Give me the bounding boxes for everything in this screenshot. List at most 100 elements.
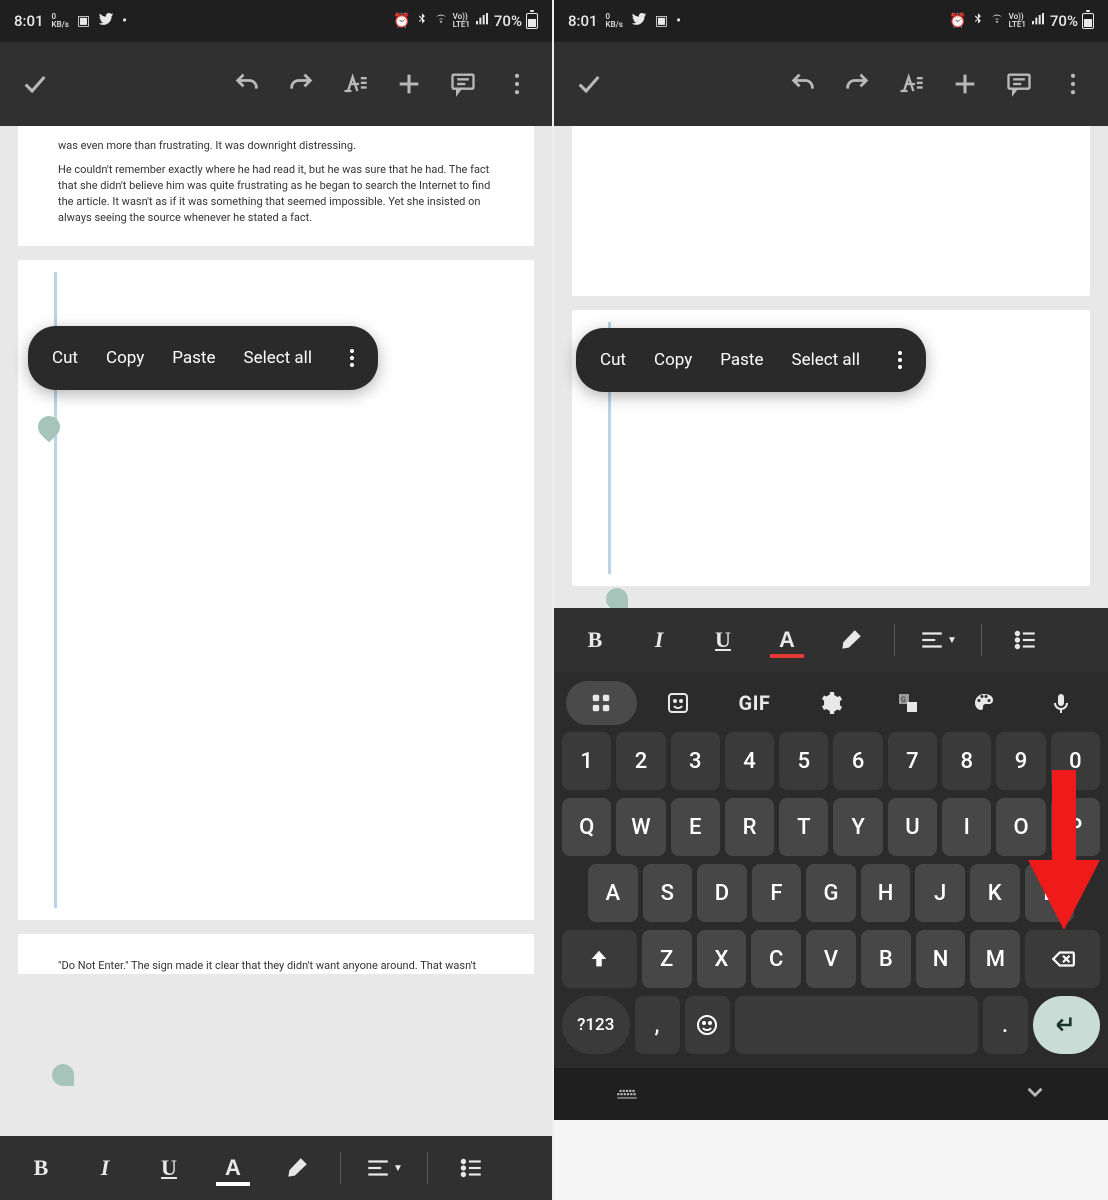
key-x[interactable]: X bbox=[697, 930, 747, 988]
keyboard-toggle-icon[interactable] bbox=[614, 1079, 640, 1109]
confirm-button[interactable] bbox=[12, 61, 58, 107]
separator bbox=[340, 1152, 341, 1184]
shift-key[interactable] bbox=[562, 930, 637, 988]
kb-gif-button[interactable]: GIF bbox=[719, 681, 790, 725]
key-b[interactable]: B bbox=[861, 930, 911, 988]
highlight-button[interactable] bbox=[824, 620, 878, 660]
key-i[interactable]: I bbox=[942, 798, 991, 856]
kb-mic-icon[interactable] bbox=[1025, 681, 1096, 725]
menu-copy[interactable]: Copy bbox=[106, 348, 144, 368]
key-j[interactable]: J bbox=[915, 864, 965, 922]
key-a[interactable]: A bbox=[588, 864, 638, 922]
hide-keyboard-icon[interactable] bbox=[1022, 1079, 1048, 1109]
italic-button[interactable]: I bbox=[78, 1148, 132, 1188]
key-f[interactable]: F bbox=[752, 864, 802, 922]
menu-paste[interactable]: Paste bbox=[172, 348, 215, 368]
insert-button[interactable] bbox=[942, 61, 988, 107]
comment-button[interactable] bbox=[440, 61, 486, 107]
undo-button[interactable] bbox=[780, 61, 826, 107]
doc-paragraph[interactable]: He couldn't remember exactly where he ha… bbox=[58, 162, 494, 226]
document-area[interactable]: was even more than frustrating. It was d… bbox=[0, 126, 552, 1136]
period-key[interactable]: . bbox=[983, 996, 1028, 1054]
key-q[interactable]: Q bbox=[562, 798, 611, 856]
key-s[interactable]: S bbox=[643, 864, 693, 922]
key-8[interactable]: 8 bbox=[942, 732, 991, 790]
doc-paragraph[interactable]: was even more than frustrating. It was d… bbox=[58, 138, 494, 154]
key-h[interactable]: H bbox=[861, 864, 911, 922]
kb-settings-icon[interactable] bbox=[796, 681, 867, 725]
key-g[interactable]: G bbox=[806, 864, 856, 922]
key-u[interactable]: U bbox=[888, 798, 937, 856]
key-1[interactable]: 1 bbox=[562, 732, 611, 790]
selection-handle-bottom[interactable] bbox=[52, 1064, 74, 1086]
underline-button[interactable]: U bbox=[142, 1148, 196, 1188]
menu-select-all[interactable]: Select all bbox=[244, 348, 312, 368]
more-button[interactable] bbox=[494, 61, 540, 107]
key-e[interactable]: E bbox=[671, 798, 720, 856]
key-6[interactable]: 6 bbox=[833, 732, 882, 790]
comment-button[interactable] bbox=[996, 61, 1042, 107]
align-button[interactable]: ▼ bbox=[357, 1148, 411, 1188]
doc-page-bottom[interactable]: "Do Not Enter." The sign made it clear t… bbox=[18, 934, 534, 974]
context-menu: Cut Copy Paste Select all bbox=[28, 326, 378, 390]
key-v[interactable]: V bbox=[806, 930, 856, 988]
key-t[interactable]: T bbox=[779, 798, 828, 856]
redo-button[interactable] bbox=[834, 61, 880, 107]
symbols-key[interactable]: ?123 bbox=[562, 996, 630, 1054]
doc-page-top[interactable]: was even more than frustrating. It was d… bbox=[18, 126, 534, 246]
alarm-icon: ⏰ bbox=[393, 13, 410, 29]
key-w[interactable]: W bbox=[616, 798, 665, 856]
key-y[interactable]: Y bbox=[833, 798, 882, 856]
key-r[interactable]: R bbox=[725, 798, 774, 856]
emoji-key[interactable] bbox=[685, 996, 730, 1054]
menu-copy[interactable]: Copy bbox=[654, 350, 692, 370]
key-d[interactable]: D bbox=[697, 864, 747, 922]
redo-button[interactable] bbox=[278, 61, 324, 107]
key-c[interactable]: C bbox=[751, 930, 801, 988]
document-area[interactable]: Cut Copy Paste Select all bbox=[554, 126, 1108, 608]
confirm-button[interactable] bbox=[566, 61, 612, 107]
key-k[interactable]: K bbox=[970, 864, 1020, 922]
annotation-arrow bbox=[1028, 770, 1100, 934]
bullet-list-button[interactable] bbox=[444, 1148, 498, 1188]
key-5[interactable]: 5 bbox=[779, 732, 828, 790]
menu-more[interactable] bbox=[888, 351, 912, 369]
insert-button[interactable] bbox=[386, 61, 432, 107]
kb-theme-icon[interactable] bbox=[949, 681, 1020, 725]
key-m[interactable]: M bbox=[970, 930, 1020, 988]
doc-page-top[interactable] bbox=[572, 126, 1090, 296]
text-color-button[interactable]: A bbox=[760, 620, 814, 660]
enter-key[interactable] bbox=[1033, 996, 1101, 1054]
key-7[interactable]: 7 bbox=[888, 732, 937, 790]
comma-key[interactable]: , bbox=[635, 996, 680, 1054]
key-4[interactable]: 4 bbox=[725, 732, 774, 790]
menu-cut[interactable]: Cut bbox=[600, 350, 626, 370]
bold-button[interactable]: B bbox=[14, 1148, 68, 1188]
kb-translate-icon[interactable]: G bbox=[872, 681, 943, 725]
text-color-button[interactable]: A bbox=[206, 1148, 260, 1188]
kb-sticker-icon[interactable] bbox=[643, 681, 714, 725]
more-button[interactable] bbox=[1050, 61, 1096, 107]
bold-button[interactable]: B bbox=[568, 620, 622, 660]
key-n[interactable]: N bbox=[916, 930, 966, 988]
key-2[interactable]: 2 bbox=[616, 732, 665, 790]
highlight-button[interactable] bbox=[270, 1148, 324, 1188]
menu-select-all[interactable]: Select all bbox=[792, 350, 860, 370]
underline-button[interactable]: U bbox=[696, 620, 750, 660]
undo-button[interactable] bbox=[224, 61, 270, 107]
text-format-button[interactable] bbox=[332, 61, 378, 107]
selection-handle-bottom[interactable] bbox=[606, 588, 628, 608]
doc-paragraph[interactable]: "Do Not Enter." The sign made it clear t… bbox=[58, 958, 494, 974]
menu-cut[interactable]: Cut bbox=[52, 348, 78, 368]
backspace-key[interactable] bbox=[1025, 930, 1100, 988]
bullet-list-button[interactable] bbox=[998, 620, 1052, 660]
key-3[interactable]: 3 bbox=[671, 732, 720, 790]
menu-more[interactable] bbox=[340, 349, 364, 367]
menu-paste[interactable]: Paste bbox=[720, 350, 763, 370]
align-button[interactable]: ▼ bbox=[911, 620, 965, 660]
text-format-button[interactable] bbox=[888, 61, 934, 107]
space-key[interactable] bbox=[735, 996, 978, 1054]
kb-apps-icon[interactable] bbox=[566, 681, 637, 725]
italic-button[interactable]: I bbox=[632, 620, 686, 660]
key-z[interactable]: Z bbox=[642, 930, 692, 988]
